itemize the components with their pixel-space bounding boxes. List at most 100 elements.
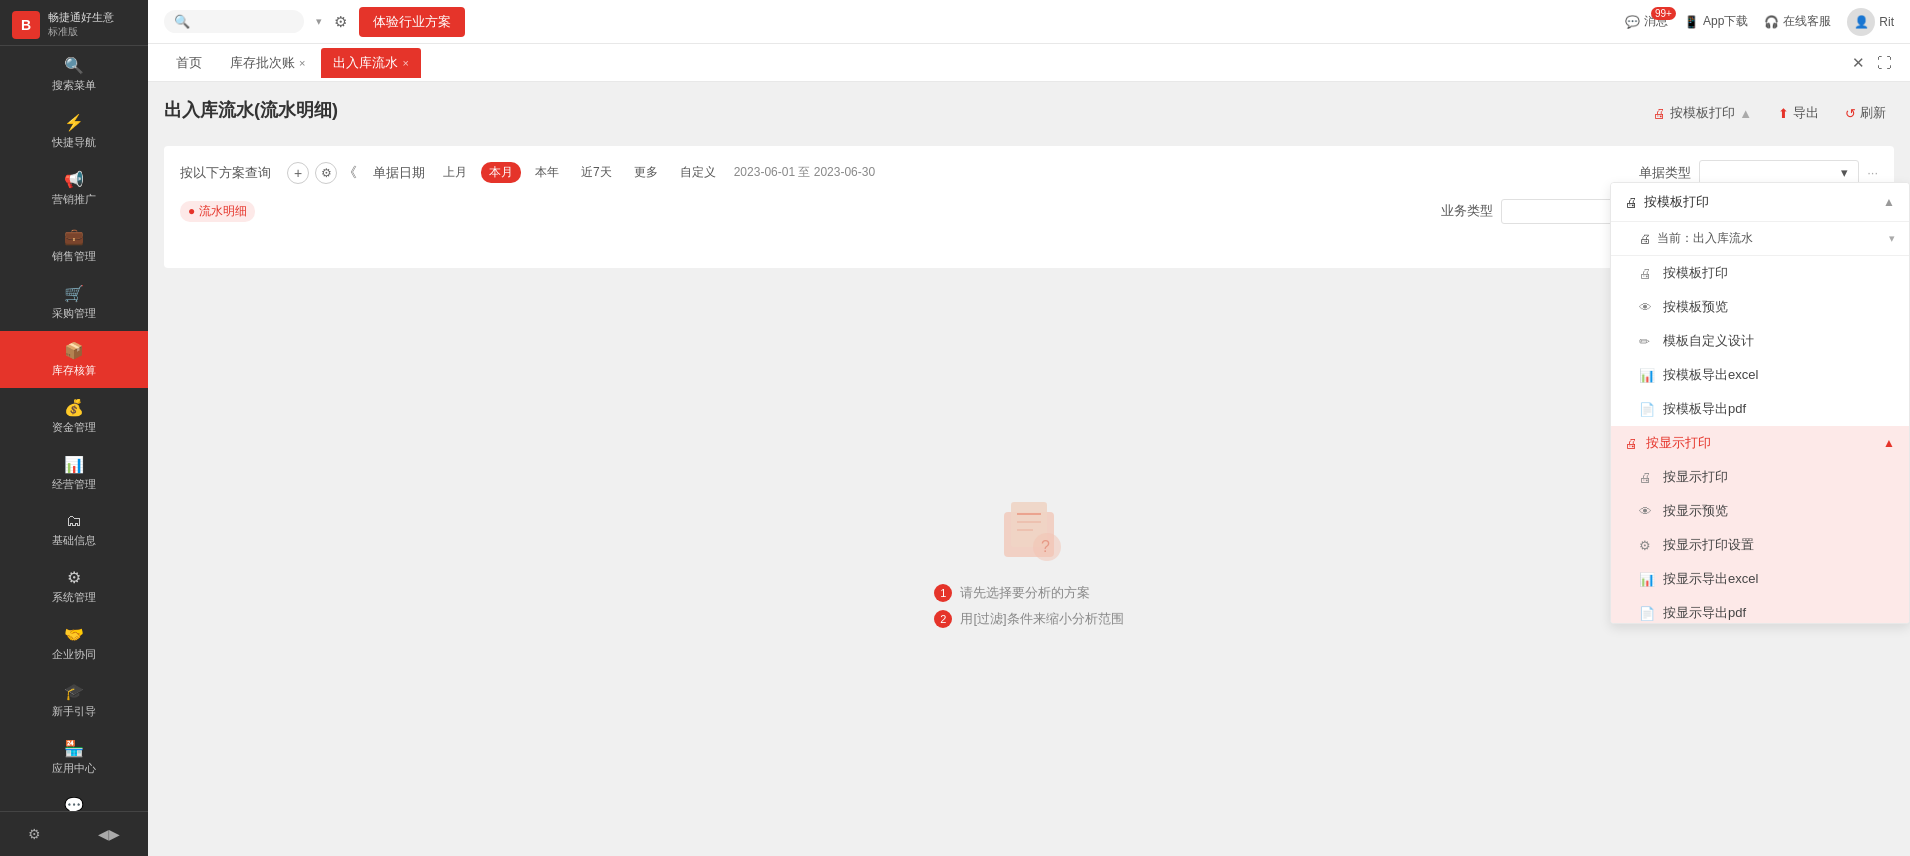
sidebar-item-0[interactable]: 🔍 搜索菜单 xyxy=(0,46,148,103)
online-service-button[interactable]: 🎧 在线客服 xyxy=(1764,13,1831,30)
display-excel-label: 按显示导出excel xyxy=(1663,570,1758,588)
app-download-label: App下载 xyxy=(1703,13,1748,30)
date-chip-custom[interactable]: 自定义 xyxy=(672,162,724,183)
dropdown-item-export-pdf-template[interactable]: 📄 按模板导出pdf xyxy=(1611,392,1909,426)
tab-home[interactable]: 首页 xyxy=(164,48,214,78)
display-pdf-label: 按显示导出pdf xyxy=(1663,604,1746,622)
sidebar-icon-2: 📢 xyxy=(64,170,84,189)
print-template-button[interactable]: 🖨 按模板打印 ▲ xyxy=(1645,100,1760,126)
step-2-label: 用[过滤]条件来缩小分析范围 xyxy=(960,610,1123,628)
dropdown-item-display-excel[interactable]: 📊 按显示导出excel xyxy=(1611,562,1909,596)
dropdown-item-display-pdf[interactable]: 📄 按显示导出pdf xyxy=(1611,596,1909,623)
template-print-label: 按模板打印 xyxy=(1663,264,1728,282)
filter-tag-detail[interactable]: ● 流水明细 xyxy=(180,201,255,222)
export-label: 导出 xyxy=(1793,104,1819,122)
dropdown-item-display-preview[interactable]: 👁 按显示预览 xyxy=(1611,494,1909,528)
filter-date-label: 单据日期 xyxy=(373,164,425,182)
sidebar-item-7[interactable]: 📊 经营管理 xyxy=(0,445,148,502)
tab-inventory-batch-close-icon[interactable]: × xyxy=(299,57,305,69)
date-chip-more[interactable]: 更多 xyxy=(626,162,666,183)
date-chips: 上月 本月 本年 近7天 更多 自定义 2023-06-01 至 2023-06… xyxy=(435,162,875,183)
sidebar-nav: 🔍 搜索菜单 ⚡ 快捷导航 📢 营销推广 💼 销售管理 🛒 采购管理 📦 库存核… xyxy=(0,46,148,811)
filter-settings-button[interactable]: ⚙ xyxy=(315,162,337,184)
search-chevron-icon[interactable]: ▾ xyxy=(316,15,322,28)
avatar: 👤 xyxy=(1847,8,1875,36)
section-chevron-icon[interactable]: ▲ xyxy=(1883,436,1895,450)
date-chip-this-month[interactable]: 本月 xyxy=(481,162,521,183)
dropdown-item-preview-template[interactable]: 👁 按模板预览 xyxy=(1611,290,1909,324)
sidebar-item-1[interactable]: ⚡ 快捷导航 xyxy=(0,103,148,160)
tab-stock-flow[interactable]: 出入库流水 × xyxy=(321,48,420,78)
app-download-button[interactable]: 📱 App下载 xyxy=(1684,13,1748,30)
topbar-gear-icon[interactable]: ⚙ xyxy=(334,13,347,31)
topbar-right: 💬 消息 99+ 📱 App下载 🎧 在线客服 👤 Rit xyxy=(1625,8,1894,36)
template-preview-label: 按模板预览 xyxy=(1663,298,1728,316)
print-header-icon: 🖨 xyxy=(1625,195,1638,210)
dropdown-item-export-excel-template[interactable]: 📊 按模板导出excel xyxy=(1611,358,1909,392)
date-chip-this-year[interactable]: 本年 xyxy=(527,162,567,183)
sidebar-item-12[interactable]: 🏪 应用中心 xyxy=(0,729,148,786)
display-excel-icon: 📊 xyxy=(1639,572,1655,587)
filter-add-button[interactable]: + xyxy=(287,162,309,184)
content-area: 出入库流水(流水明细) 🖨 按模板打印 ▲ ⬆ 导出 ↺ 刷新 xyxy=(148,82,1910,856)
filter-actions: + ⚙ 《 xyxy=(287,162,357,184)
tab-stock-flow-label: 出入库流水 xyxy=(333,54,398,72)
sidebar-item-9[interactable]: ⚙ 系统管理 xyxy=(0,558,148,615)
dropdown-section-active: 🖨 按显示打印 ▲ 🖨 按显示打印 👁 按显示预览 xyxy=(1611,426,1909,623)
dropdown-item-design-template[interactable]: ✏ 模板自定义设计 xyxy=(1611,324,1909,358)
search-input[interactable] xyxy=(196,15,296,29)
filter-tag-icon: ● xyxy=(188,204,195,218)
filter-search-label: 按以下方案查询 xyxy=(180,164,271,182)
message-button[interactable]: 💬 消息 99+ xyxy=(1625,13,1668,30)
window-expand-icon[interactable]: ⛶ xyxy=(1875,52,1894,73)
dropdown-header-chevron-icon[interactable]: ▲ xyxy=(1883,195,1895,209)
sidebar-item-3[interactable]: 💼 销售管理 xyxy=(0,217,148,274)
dropdown-title-label: 按模板打印 xyxy=(1644,193,1709,211)
sidebar-logo: B 畅捷通好生意 标准版 xyxy=(0,0,148,46)
settings-icon[interactable]: ⚙ xyxy=(20,822,49,846)
message-badge: 99+ xyxy=(1651,7,1676,20)
window-close-icon[interactable]: ✕ xyxy=(1850,52,1867,74)
sidebar-label-9: 系统管理 xyxy=(52,590,96,605)
export-button[interactable]: ⬆ 导出 xyxy=(1770,100,1827,126)
filter-tag-label: 流水明细 xyxy=(199,203,247,220)
dropdown-panel: 🖨 按模板打印 ▲ 🖨 当前：出入库流水 ▾ xyxy=(1610,182,1910,624)
collapse-icon[interactable]: ◀▶ xyxy=(90,822,128,846)
date-chip-last-7-days[interactable]: 近7天 xyxy=(573,162,620,183)
section-header-content: 🖨 按显示打印 xyxy=(1625,434,1711,452)
sidebar-label-1: 快捷导航 xyxy=(52,135,96,150)
sidebar-item-13[interactable]: 💬 企业微信 xyxy=(0,786,148,811)
sidebar-icon-5: 📦 xyxy=(64,341,84,360)
dropdown-section-header[interactable]: 🖨 按显示打印 ▲ xyxy=(1611,426,1909,460)
sidebar-item-11[interactable]: 🎓 新手引导 xyxy=(0,672,148,729)
sidebar-icon-0: 🔍 xyxy=(64,56,84,75)
display-settings-icon: ⚙ xyxy=(1639,538,1655,553)
doc-type-more-icon[interactable]: ··· xyxy=(1867,165,1878,180)
tab-stock-flow-close-icon[interactable]: × xyxy=(402,57,408,69)
filter-collapse-button[interactable]: 《 xyxy=(343,164,357,182)
sidebar-item-6[interactable]: 💰 资金管理 xyxy=(0,388,148,445)
sidebar-item-5[interactable]: 📦 库存核算 xyxy=(0,331,148,388)
sidebar-item-8[interactable]: 🗂 基础信息 xyxy=(0,502,148,558)
dropdown-item-display-print[interactable]: 🖨 按显示打印 xyxy=(1611,460,1909,494)
refresh-icon: ↺ xyxy=(1845,106,1856,121)
sidebar-item-10[interactable]: 🤝 企业协同 xyxy=(0,615,148,672)
tab-inventory-batch[interactable]: 库存批次账 × xyxy=(218,48,317,78)
display-preview-label: 按显示预览 xyxy=(1663,502,1728,520)
sidebar-bottom: ⚙ ◀▶ xyxy=(0,811,148,856)
sidebar-icon-4: 🛒 xyxy=(64,284,84,303)
date-chip-last-month[interactable]: 上月 xyxy=(435,162,475,183)
display-print-label: 按显示打印 xyxy=(1663,468,1728,486)
dropdown-item-print-template[interactable]: 🖨 按模板打印 xyxy=(1611,256,1909,290)
dropdown-header-title: 🖨 按模板打印 xyxy=(1625,193,1709,211)
tab-inventory-batch-label: 库存批次账 xyxy=(230,54,295,72)
sidebar-item-4[interactable]: 🛒 采购管理 xyxy=(0,274,148,331)
current-chevron-icon[interactable]: ▾ xyxy=(1889,232,1895,245)
dropdown-item-display-settings[interactable]: ⚙ 按显示打印设置 xyxy=(1611,528,1909,562)
top-action-bar: 🖨 按模板打印 ▲ ⬆ 导出 ↺ 刷新 xyxy=(1645,100,1894,126)
user-profile[interactable]: 👤 Rit xyxy=(1847,8,1894,36)
topbar-search[interactable]: 🔍 xyxy=(164,10,304,33)
refresh-button[interactable]: ↺ 刷新 xyxy=(1837,100,1894,126)
trial-button[interactable]: 体验行业方案 xyxy=(359,7,465,37)
sidebar-item-2[interactable]: 📢 营销推广 xyxy=(0,160,148,217)
